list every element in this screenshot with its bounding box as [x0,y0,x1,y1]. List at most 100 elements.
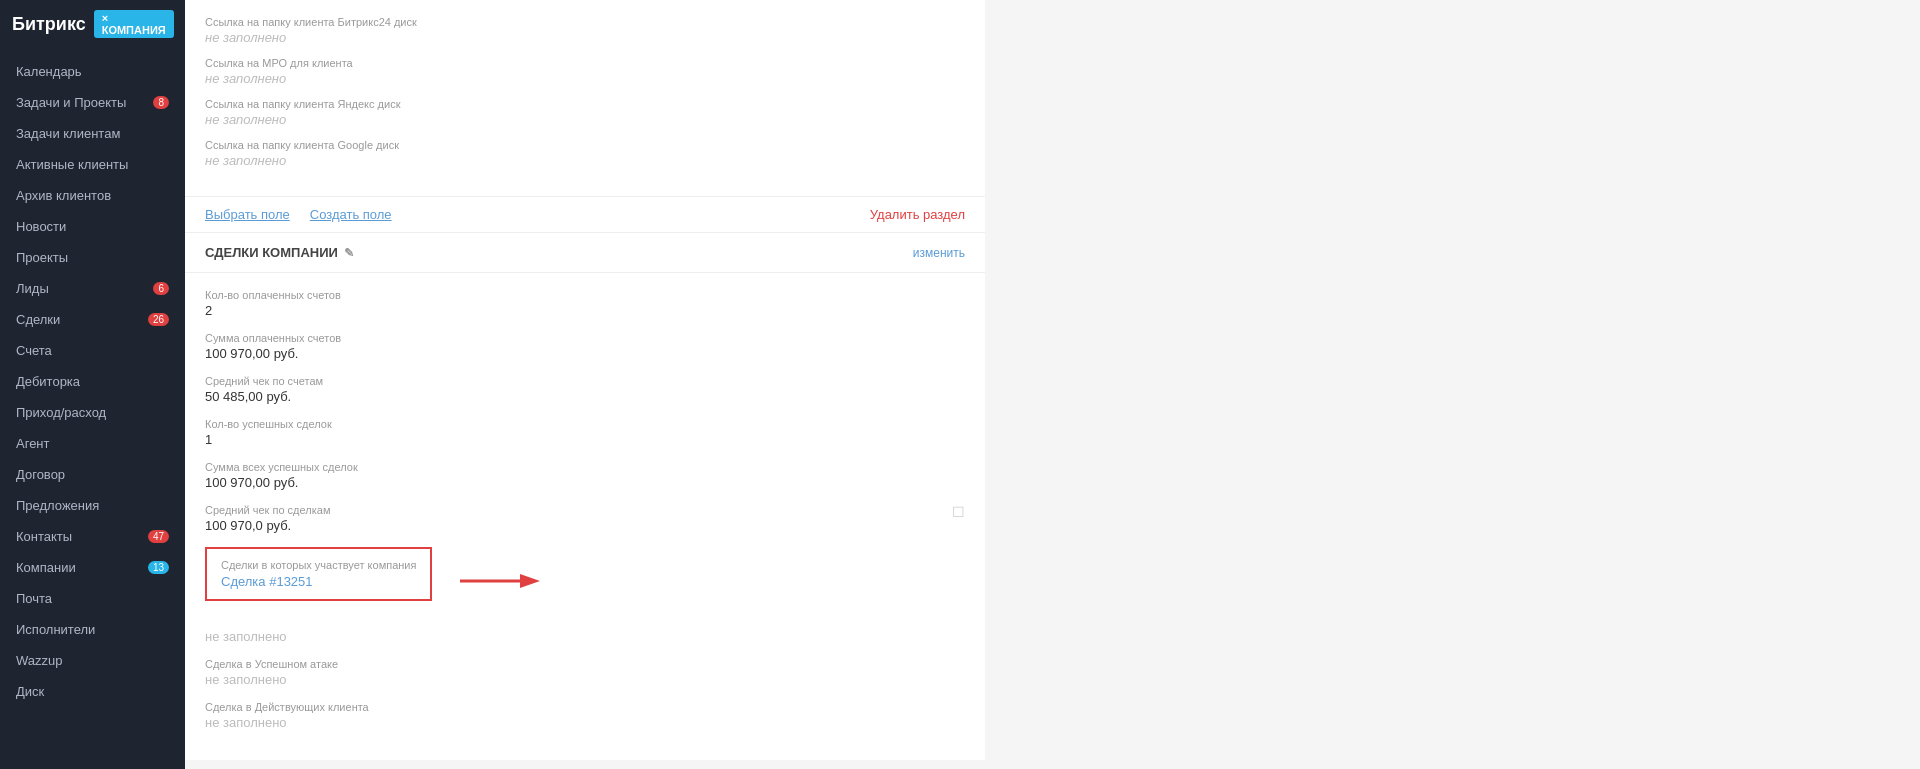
sidebar-item-label: Почта [16,591,52,606]
sidebar-item-12[interactable]: Агент [0,428,185,459]
info-icon: ☐ [952,504,965,520]
sidebar-item-label: Агент [16,436,50,451]
field-yandex-disk: Ссылка на папку клиента Яндекс диск не з… [205,98,965,127]
arrow-icon [460,566,540,596]
success-sum-label: Сумма всех успешных сделок [205,461,965,473]
sidebar-item-18[interactable]: Исполнители [0,614,185,645]
sidebar-item-5[interactable]: Новости [0,211,185,242]
sidebar-item-13[interactable]: Договор [0,459,185,490]
sidebar-item-label: Активные клиенты [16,157,128,172]
sidebar-item-20[interactable]: Диск [0,676,185,707]
sidebar-item-11[interactable]: Приход/расход [0,397,185,428]
sidebar-item-label: Лиды [16,281,49,296]
sidebar: Битрикс × КОМПАНИЯ Календарь Задачи и Про… [0,0,185,769]
highlight-value[interactable]: Сделка #13251 [221,574,416,589]
field-google-disk: Ссылка на папку клиента Google диск не з… [205,139,965,168]
sidebar-item-0[interactable]: Календарь [0,56,185,87]
deals-title-text: СДЕЛКИ КОМПАНИИ [205,245,338,260]
sidebar-tag[interactable]: × КОМПАНИЯ [94,10,174,38]
sidebar-badge: 6 [153,282,169,295]
field-bitrix24-disk: Ссылка на папку клиента Битрикс24 диск н… [205,16,965,45]
field-label-mro: Ссылка на МРО для клиента [205,57,965,69]
sidebar-item-label: Приход/расход [16,405,106,420]
svg-marker-1 [520,574,540,588]
paid-sum-label: Сумма оплаченных счетов [205,332,965,344]
sidebar-item-label: Задачи и Проекты [16,95,126,110]
sidebar-item-label: Дебиторка [16,374,80,389]
deals-edit-icon[interactable]: ✎ [344,246,354,260]
sidebar-item-19[interactable]: Wazzup [0,645,185,676]
field-value-google: не заполнено [205,153,965,168]
sidebar-item-8[interactable]: Сделки 26 [0,304,185,335]
field-label-google: Ссылка на папку клиента Google диск [205,139,965,151]
sidebar-item-3[interactable]: Активные клиенты [0,149,185,180]
field-label-bitrix24: Ссылка на папку клиента Битрикс24 диск [205,16,965,28]
deal-avg-check: Средний чек по счетам 50 485,00 руб. [205,375,965,404]
field-label-yandex: Ссылка на папку клиента Яндекс диск [205,98,965,110]
deals-fields: Кол-во оплаченных счетов 2 Сумма оплачен… [185,273,985,760]
sidebar-item-9[interactable]: Счета [0,335,185,366]
bottom-2-value: не заполнено [205,672,965,687]
sidebar-item-14[interactable]: Предложения [0,490,185,521]
sidebar-item-4[interactable]: Архив клиентов [0,180,185,211]
field-mro: Ссылка на МРО для клиента не заполнено [205,57,965,86]
field-value-yandex: не заполнено [205,112,965,127]
content-panel: Ссылка на папку клиента Битрикс24 диск н… [185,0,985,760]
sidebar-nav: Календарь Задачи и Проекты 8 Задачи клиента… [0,48,185,715]
sidebar-item-label: Компании [16,560,76,575]
deal-bottom-1: не заполнено [205,629,965,644]
sidebar-badge: 47 [148,530,169,543]
deal-success-count: Кол-во успешных сделок 1 [205,418,965,447]
deals-change-link[interactable]: изменить [913,246,965,260]
sidebar-item-label: Договор [16,467,65,482]
deal-bottom-3: Сделка в Действующих клиента не заполнен… [205,701,965,730]
delete-section-link[interactable]: Удалить раздел [870,207,965,222]
create-field-link[interactable]: Создать поле [310,207,392,222]
paid-invoices-value: 2 [205,303,965,318]
deal-paid-sum: Сумма оплаченных счетов 100 970,00 руб. [205,332,965,361]
sidebar-item-label: Календарь [16,64,82,79]
sidebar-item-label: Предложения [16,498,99,513]
sidebar-badge: 26 [148,313,169,326]
avg-check-value: 50 485,00 руб. [205,389,965,404]
sidebar-logo: Битрикс [12,14,86,35]
sidebar-item-label: Диск [16,684,44,699]
select-field-link[interactable]: Выбрать поле [205,207,290,222]
deals-section-title: СДЕЛКИ КОМПАНИИ ✎ [205,245,354,260]
sidebar-header: Битрикс × КОМПАНИЯ [0,0,185,48]
bottom-2-label: Сделка в Успешном атаке [205,658,965,670]
highlighted-deal-row: Сделки в которых участвует компания Сдел… [205,547,965,615]
field-value-mro: не заполнено [205,71,965,86]
sidebar-item-label: Архив клиентов [16,188,111,203]
avg-deal-label: Средний чек по сделкам [205,504,330,516]
success-count-value: 1 [205,432,965,447]
bottom-3-value: не заполнено [205,715,965,730]
sidebar-item-label: Новости [16,219,66,234]
deal-bottom-2: Сделка в Успешном атаке не заполнено [205,658,965,687]
highlight-box: Сделки в которых участвует компания Сдел… [205,547,432,601]
sidebar-item-label: Счета [16,343,52,358]
sidebar-item-16[interactable]: Компании13 [0,552,185,583]
sidebar-item-label: Проекты [16,250,68,265]
sidebar-item-label: Сделки [16,312,60,327]
deal-success-sum: Сумма всех успешных сделок 100 970,00 ру… [205,461,965,490]
sidebar-item-label: Исполнители [16,622,95,637]
section-actions: Выбрать поле Создать поле Удалить раздел [185,197,985,233]
sidebar-item-label: Контакты [16,529,72,544]
field-value-bitrix24: не заполнено [205,30,965,45]
deals-section-header: СДЕЛКИ КОМПАНИИ ✎ изменить [185,233,985,273]
sidebar-item-17[interactable]: Почта [0,583,185,614]
sidebar-item-7[interactable]: Лиды 6 [0,273,185,304]
sidebar-item-15[interactable]: Контакты 47 [0,521,185,552]
sidebar-item-10[interactable]: Дебиторка [0,366,185,397]
main-content: Ссылка на папку клиента Битрикс24 диск н… [185,0,1920,769]
paid-sum-value: 100 970,00 руб. [205,346,965,361]
sidebar-item-1[interactable]: Задачи и Проекты 8 [0,87,185,118]
deal-avg-deal: Средний чек по сделкам 100 970,0 руб. ☐ [205,504,965,533]
avg-deal-value: 100 970,0 руб. [205,518,330,533]
success-count-label: Кол-во успешных сделок [205,418,965,430]
sidebar-item-6[interactable]: Проекты [0,242,185,273]
sidebar-badge: 8 [153,96,169,109]
sidebar-item-2[interactable]: Задачи клиентам [0,118,185,149]
avg-check-label: Средний чек по счетам [205,375,965,387]
